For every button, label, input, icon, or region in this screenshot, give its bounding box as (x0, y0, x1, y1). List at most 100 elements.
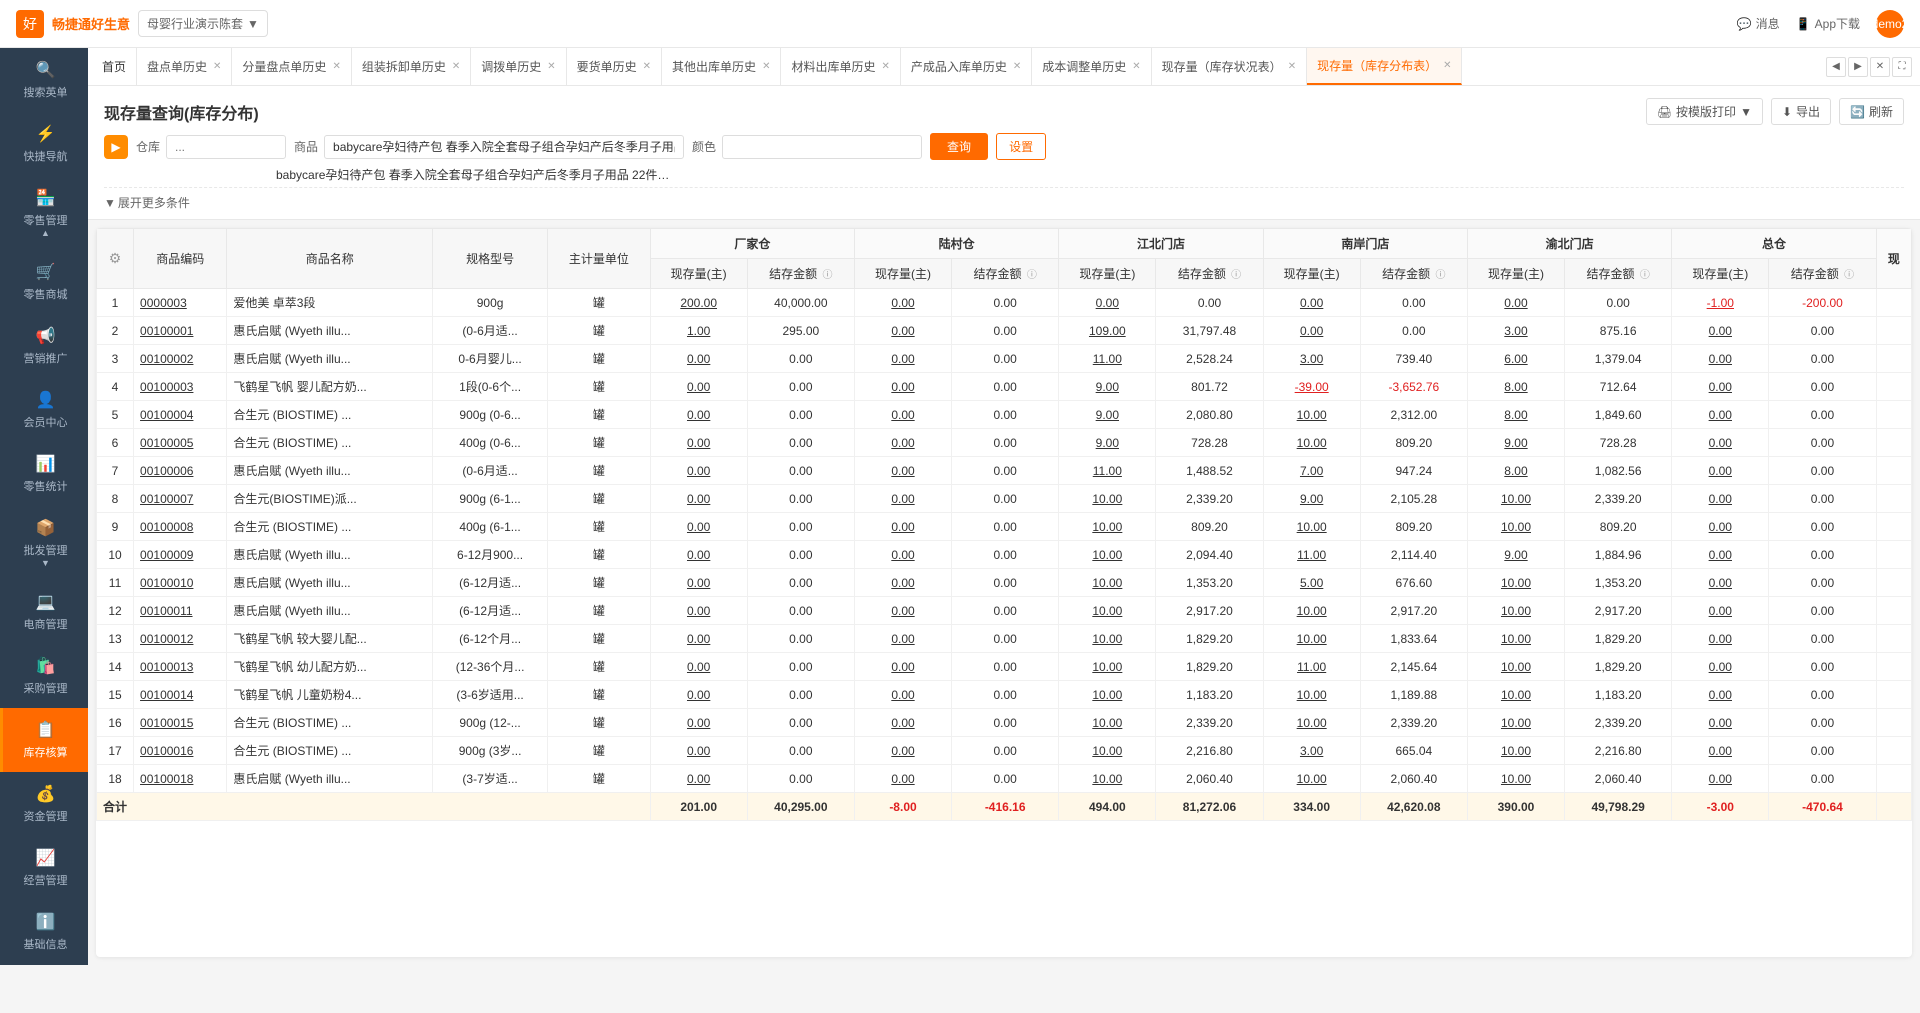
row-changjiacao-qty[interactable]: 0.00 (650, 485, 747, 513)
row-changjiacao-qty[interactable]: 0.00 (650, 597, 747, 625)
table-container[interactable]: ⚙ 商品编码 商品名称 规格型号 主计量单位 厂家仓 陆村仓 江北门店 南岸门店… (96, 228, 1912, 957)
row-code[interactable]: 00100005 (134, 429, 227, 457)
row-changjiacao-qty[interactable]: 0.00 (650, 457, 747, 485)
row-jiangbei-qty[interactable]: 10.00 (1059, 737, 1156, 765)
row-jiangbei-qty[interactable]: 10.00 (1059, 513, 1156, 541)
collapse-arrow[interactable]: ▶ (104, 135, 128, 159)
row-total-qty[interactable]: 0.00 (1672, 345, 1769, 373)
row-changjiacao-qty[interactable]: 0.00 (650, 541, 747, 569)
row-lucun-qty[interactable]: 0.00 (855, 485, 952, 513)
row-lucun-qty[interactable]: 0.00 (855, 401, 952, 429)
row-lucun-qty[interactable]: 0.00 (855, 429, 952, 457)
row-total-qty[interactable]: 0.00 (1672, 317, 1769, 345)
row-total-qty[interactable]: 0.00 (1672, 541, 1769, 569)
row-nanan-qty[interactable]: 7.00 (1263, 457, 1360, 485)
row-total-qty[interactable]: 0.00 (1672, 373, 1769, 401)
row-code[interactable]: 00100011 (134, 597, 227, 625)
sidebar-item-purchase[interactable]: 🛍️ 采购管理 (0, 644, 88, 708)
tab-inventory-check[interactable]: 盘点单历史 ✕ (137, 48, 232, 85)
sidebar-item-operations[interactable]: 📈 经营管理 (0, 836, 88, 900)
sidebar-item-retail[interactable]: 🏪 零售管理 ▲ (0, 176, 88, 250)
row-total-qty[interactable]: 0.00 (1672, 429, 1769, 457)
row-changjiacao-qty[interactable]: 0.00 (650, 401, 747, 429)
close-tab-4[interactable]: ✕ (547, 61, 555, 72)
row-total-qty[interactable]: 0.00 (1672, 681, 1769, 709)
row-total-qty[interactable]: 0.00 (1672, 765, 1769, 793)
color-input[interactable] (722, 135, 922, 159)
close-tab-10[interactable]: ✕ (1288, 61, 1296, 72)
row-code[interactable]: 00100012 (134, 625, 227, 653)
row-code[interactable]: 00100010 (134, 569, 227, 597)
row-yubei-qty[interactable]: 10.00 (1467, 485, 1564, 513)
tab-close-all-btn[interactable]: ✕ (1870, 57, 1890, 77)
row-yubei-qty[interactable]: 6.00 (1467, 345, 1564, 373)
export-btn[interactable]: ⬇ 导出 (1771, 98, 1831, 125)
row-total-qty[interactable]: 0.00 (1672, 709, 1769, 737)
row-code[interactable]: 00100004 (134, 401, 227, 429)
tab-other-out[interactable]: 其他出库单历史 ✕ (662, 48, 781, 85)
row-yubei-qty[interactable]: 10.00 (1467, 709, 1564, 737)
row-code[interactable]: 00100001 (134, 317, 227, 345)
row-yubei-qty[interactable]: 10.00 (1467, 597, 1564, 625)
row-jiangbei-qty[interactable]: 9.00 (1059, 373, 1156, 401)
close-tab-5[interactable]: ✕ (643, 61, 651, 72)
close-tab-9[interactable]: ✕ (1132, 61, 1140, 72)
lucun-info-icon[interactable]: ⓘ (1027, 270, 1037, 281)
product-input[interactable] (324, 135, 684, 159)
row-lucun-qty[interactable]: 0.00 (855, 625, 952, 653)
row-lucun-qty[interactable]: 0.00 (855, 317, 952, 345)
row-yubei-qty[interactable]: 10.00 (1467, 653, 1564, 681)
row-lucun-qty[interactable]: 0.00 (855, 737, 952, 765)
row-total-qty[interactable]: 0.00 (1672, 625, 1769, 653)
sidebar-item-retail-stats[interactable]: 📊 零售统计 (0, 442, 88, 506)
row-nanan-qty[interactable]: 10.00 (1263, 709, 1360, 737)
tab-product-in[interactable]: 产成品入库单历史 ✕ (901, 48, 1032, 85)
row-nanan-qty[interactable]: 10.00 (1263, 513, 1360, 541)
row-yubei-qty[interactable]: 10.00 (1467, 513, 1564, 541)
row-yubei-qty[interactable]: 10.00 (1467, 569, 1564, 597)
row-lucun-qty[interactable]: 0.00 (855, 597, 952, 625)
row-nanan-qty[interactable]: 10.00 (1263, 681, 1360, 709)
tab-transfer[interactable]: 调拨单历史 ✕ (471, 48, 566, 85)
row-jiangbei-qty[interactable]: 0.00 (1059, 289, 1156, 317)
row-nanan-qty[interactable]: -39.00 (1263, 373, 1360, 401)
row-changjiacao-qty[interactable]: 200.00 (650, 289, 747, 317)
sidebar-item-marketing[interactable]: 📢 营销推广 (0, 314, 88, 378)
messages-btn[interactable]: 💬 消息 (1737, 15, 1780, 32)
row-total-qty[interactable]: 0.00 (1672, 569, 1769, 597)
row-jiangbei-qty[interactable]: 11.00 (1059, 457, 1156, 485)
row-total-qty[interactable]: 0.00 (1672, 737, 1769, 765)
row-nanan-qty[interactable]: 10.00 (1263, 429, 1360, 457)
row-jiangbei-qty[interactable]: 10.00 (1059, 569, 1156, 597)
row-code[interactable]: 00100015 (134, 709, 227, 737)
row-code[interactable]: 00100018 (134, 765, 227, 793)
row-code[interactable]: 00100014 (134, 681, 227, 709)
th-settings[interactable]: ⚙ (97, 229, 134, 289)
row-lucun-qty[interactable]: 0.00 (855, 541, 952, 569)
close-tab-6[interactable]: ✕ (762, 61, 770, 72)
row-yubei-qty[interactable]: 10.00 (1467, 737, 1564, 765)
row-total-qty[interactable]: 0.00 (1672, 513, 1769, 541)
row-total-qty[interactable]: 0.00 (1672, 653, 1769, 681)
row-changjiacao-qty[interactable]: 0.00 (650, 737, 747, 765)
row-lucun-qty[interactable]: 0.00 (855, 681, 952, 709)
row-jiangbei-qty[interactable]: 9.00 (1059, 429, 1156, 457)
row-code[interactable]: 00100007 (134, 485, 227, 513)
app-download-btn[interactable]: 📱 App下载 (1796, 15, 1860, 32)
row-changjiacao-qty[interactable]: 0.00 (650, 569, 747, 597)
row-nanan-qty[interactable]: 0.00 (1263, 289, 1360, 317)
row-changjiacao-qty[interactable]: 0.00 (650, 625, 747, 653)
row-yubei-qty[interactable]: 0.00 (1467, 289, 1564, 317)
row-lucun-qty[interactable]: 0.00 (855, 765, 952, 793)
row-jiangbei-qty[interactable]: 11.00 (1059, 345, 1156, 373)
row-yubei-qty[interactable]: 3.00 (1467, 317, 1564, 345)
row-code[interactable]: 0000003 (134, 289, 227, 317)
sidebar-item-basic-info[interactable]: ℹ️ 基础信息 (0, 900, 88, 964)
tab-cost-adjust[interactable]: 成本调整单历史 ✕ (1032, 48, 1151, 85)
row-changjiacao-qty[interactable]: 0.00 (650, 373, 747, 401)
tab-order[interactable]: 要货单历史 ✕ (567, 48, 662, 85)
settings-btn[interactable]: 设置 (996, 133, 1046, 160)
tab-home[interactable]: 首页 (92, 48, 137, 85)
row-changjiacao-qty[interactable]: 1.00 (650, 317, 747, 345)
tab-stock-distribution[interactable]: 现存量（库存分布表） ✕ (1307, 48, 1462, 85)
